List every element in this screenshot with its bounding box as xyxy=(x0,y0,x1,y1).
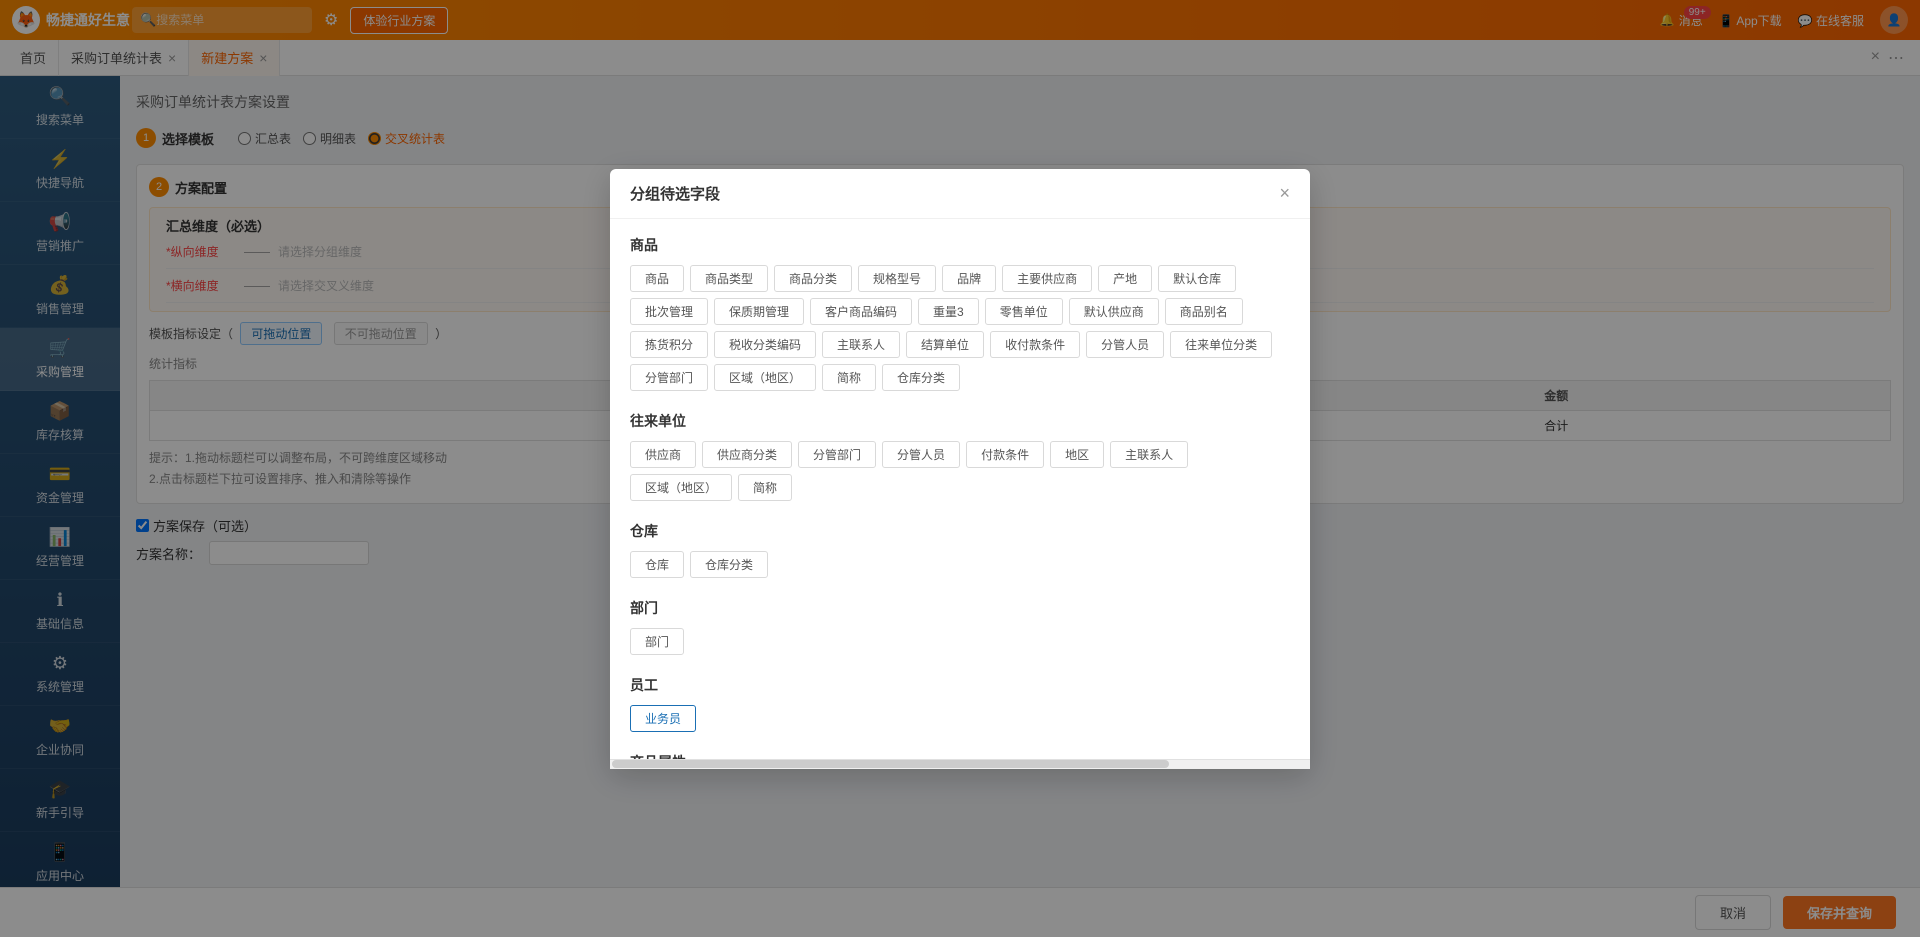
field-tag-supplier[interactable]: 供应商 xyxy=(630,441,696,468)
field-tag-product[interactable]: 商品 xyxy=(630,265,684,292)
field-tag-warehouse[interactable]: 仓库 xyxy=(630,551,684,578)
field-tag-dept-cp[interactable]: 分管部门 xyxy=(798,441,876,468)
modal-horizontal-scrollbar[interactable] xyxy=(610,759,1310,769)
modal-title: 分组待选字段 xyxy=(630,183,720,204)
field-tag-warehouse-cat[interactable]: 仓库分类 xyxy=(690,551,768,578)
section-product-title: 商品 xyxy=(630,235,1290,255)
field-tag-payment-terms[interactable]: 收付款条件 xyxy=(990,331,1080,358)
section-dept-tags: 部门 xyxy=(630,628,1290,655)
field-tag-main-supplier[interactable]: 主要供应商 xyxy=(1002,265,1092,292)
field-tag-weight[interactable]: 重量3 xyxy=(918,298,979,325)
field-tag-counterpart-category[interactable]: 往来单位分类 xyxy=(1170,331,1272,358)
field-tag-retail-unit[interactable]: 零售单位 xyxy=(985,298,1063,325)
field-tag-area-cp[interactable]: 地区 xyxy=(1050,441,1104,468)
field-tag-customer-code[interactable]: 客户商品编码 xyxy=(810,298,912,325)
section-counterpart-title: 往来单位 xyxy=(630,411,1290,431)
field-tag-main-contact[interactable]: 主联系人 xyxy=(822,331,900,358)
field-tag-default-supplier[interactable]: 默认供应商 xyxy=(1069,298,1159,325)
field-tag-expiry-mgmt[interactable]: 保质期管理 xyxy=(714,298,804,325)
section-counterpart-tags: 供应商 供应商分类 分管部门 分管人员 付款条件 地区 主联系人 区域（地区） … xyxy=(630,441,1290,501)
section-warehouse-tags: 仓库 仓库分类 xyxy=(630,551,1290,578)
field-tag-main-contact-cp[interactable]: 主联系人 xyxy=(1110,441,1188,468)
section-employee-tags: 业务员 xyxy=(630,705,1290,732)
field-tag-pick-points[interactable]: 拣货积分 xyxy=(630,331,708,358)
field-tag-settlement-unit[interactable]: 结算单位 xyxy=(906,331,984,358)
field-tag-tax-code[interactable]: 税收分类编码 xyxy=(714,331,816,358)
field-tag-brand[interactable]: 品牌 xyxy=(942,265,996,292)
modal-header: 分组待选字段 × xyxy=(610,169,1310,219)
section-product-tags: 商品 商品类型 商品分类 规格型号 品牌 主要供应商 产地 默认仓库 批次管理 … xyxy=(630,265,1290,391)
modal-body: 商品 商品 商品类型 商品分类 规格型号 品牌 主要供应商 产地 默认仓库 批次… xyxy=(610,219,1310,759)
section-product-attr-title: 商品属性 xyxy=(630,752,1290,759)
modal-scrollbar-thumb[interactable] xyxy=(612,760,1169,768)
section-dept-title: 部门 xyxy=(630,598,1290,618)
field-tag-batch-mgmt[interactable]: 批次管理 xyxy=(630,298,708,325)
field-tag-payment-cond-cp[interactable]: 付款条件 xyxy=(966,441,1044,468)
field-tag-supervisor[interactable]: 分管人员 xyxy=(1086,331,1164,358)
field-tag-warehouse-category[interactable]: 仓库分类 xyxy=(882,364,960,391)
field-tag-supervisor-cp[interactable]: 分管人员 xyxy=(882,441,960,468)
section-dept: 部门 部门 xyxy=(630,598,1290,655)
modal-dialog: 分组待选字段 × 商品 商品 商品类型 商品分类 规格型号 品牌 主要供应商 产… xyxy=(610,169,1310,769)
field-tag-product-category[interactable]: 商品分类 xyxy=(774,265,852,292)
field-tag-product-type[interactable]: 商品类型 xyxy=(690,265,768,292)
field-tag-region[interactable]: 区域（地区） xyxy=(714,364,816,391)
field-tag-short-name[interactable]: 简称 xyxy=(822,364,876,391)
field-tag-product-alias[interactable]: 商品别名 xyxy=(1165,298,1243,325)
section-counterpart: 往来单位 供应商 供应商分类 分管部门 分管人员 付款条件 地区 主联系人 区域… xyxy=(630,411,1290,501)
field-tag-default-warehouse[interactable]: 默认仓库 xyxy=(1158,265,1236,292)
section-product: 商品 商品 商品类型 商品分类 规格型号 品牌 主要供应商 产地 默认仓库 批次… xyxy=(630,235,1290,391)
field-tag-salesperson[interactable]: 业务员 xyxy=(630,705,696,732)
field-tag-spec-model[interactable]: 规格型号 xyxy=(858,265,936,292)
section-product-attr: 商品属性 属性 颜色 多规格 尺码 鞋码 1 xyxy=(630,752,1290,759)
field-tag-origin[interactable]: 产地 xyxy=(1098,265,1152,292)
modal-close-button[interactable]: × xyxy=(1279,184,1290,202)
section-employee-title: 员工 xyxy=(630,675,1290,695)
field-tag-supplier-category[interactable]: 供应商分类 xyxy=(702,441,792,468)
field-tag-dept[interactable]: 部门 xyxy=(630,628,684,655)
section-warehouse-title: 仓库 xyxy=(630,521,1290,541)
field-tag-shortname-cp[interactable]: 简称 xyxy=(738,474,792,501)
field-tag-dept-mgmt[interactable]: 分管部门 xyxy=(630,364,708,391)
field-tag-region-cp[interactable]: 区域（地区） xyxy=(630,474,732,501)
modal-overlay: 分组待选字段 × 商品 商品 商品类型 商品分类 规格型号 品牌 主要供应商 产… xyxy=(0,0,1920,937)
section-employee: 员工 业务员 xyxy=(630,675,1290,732)
section-warehouse: 仓库 仓库 仓库分类 xyxy=(630,521,1290,578)
